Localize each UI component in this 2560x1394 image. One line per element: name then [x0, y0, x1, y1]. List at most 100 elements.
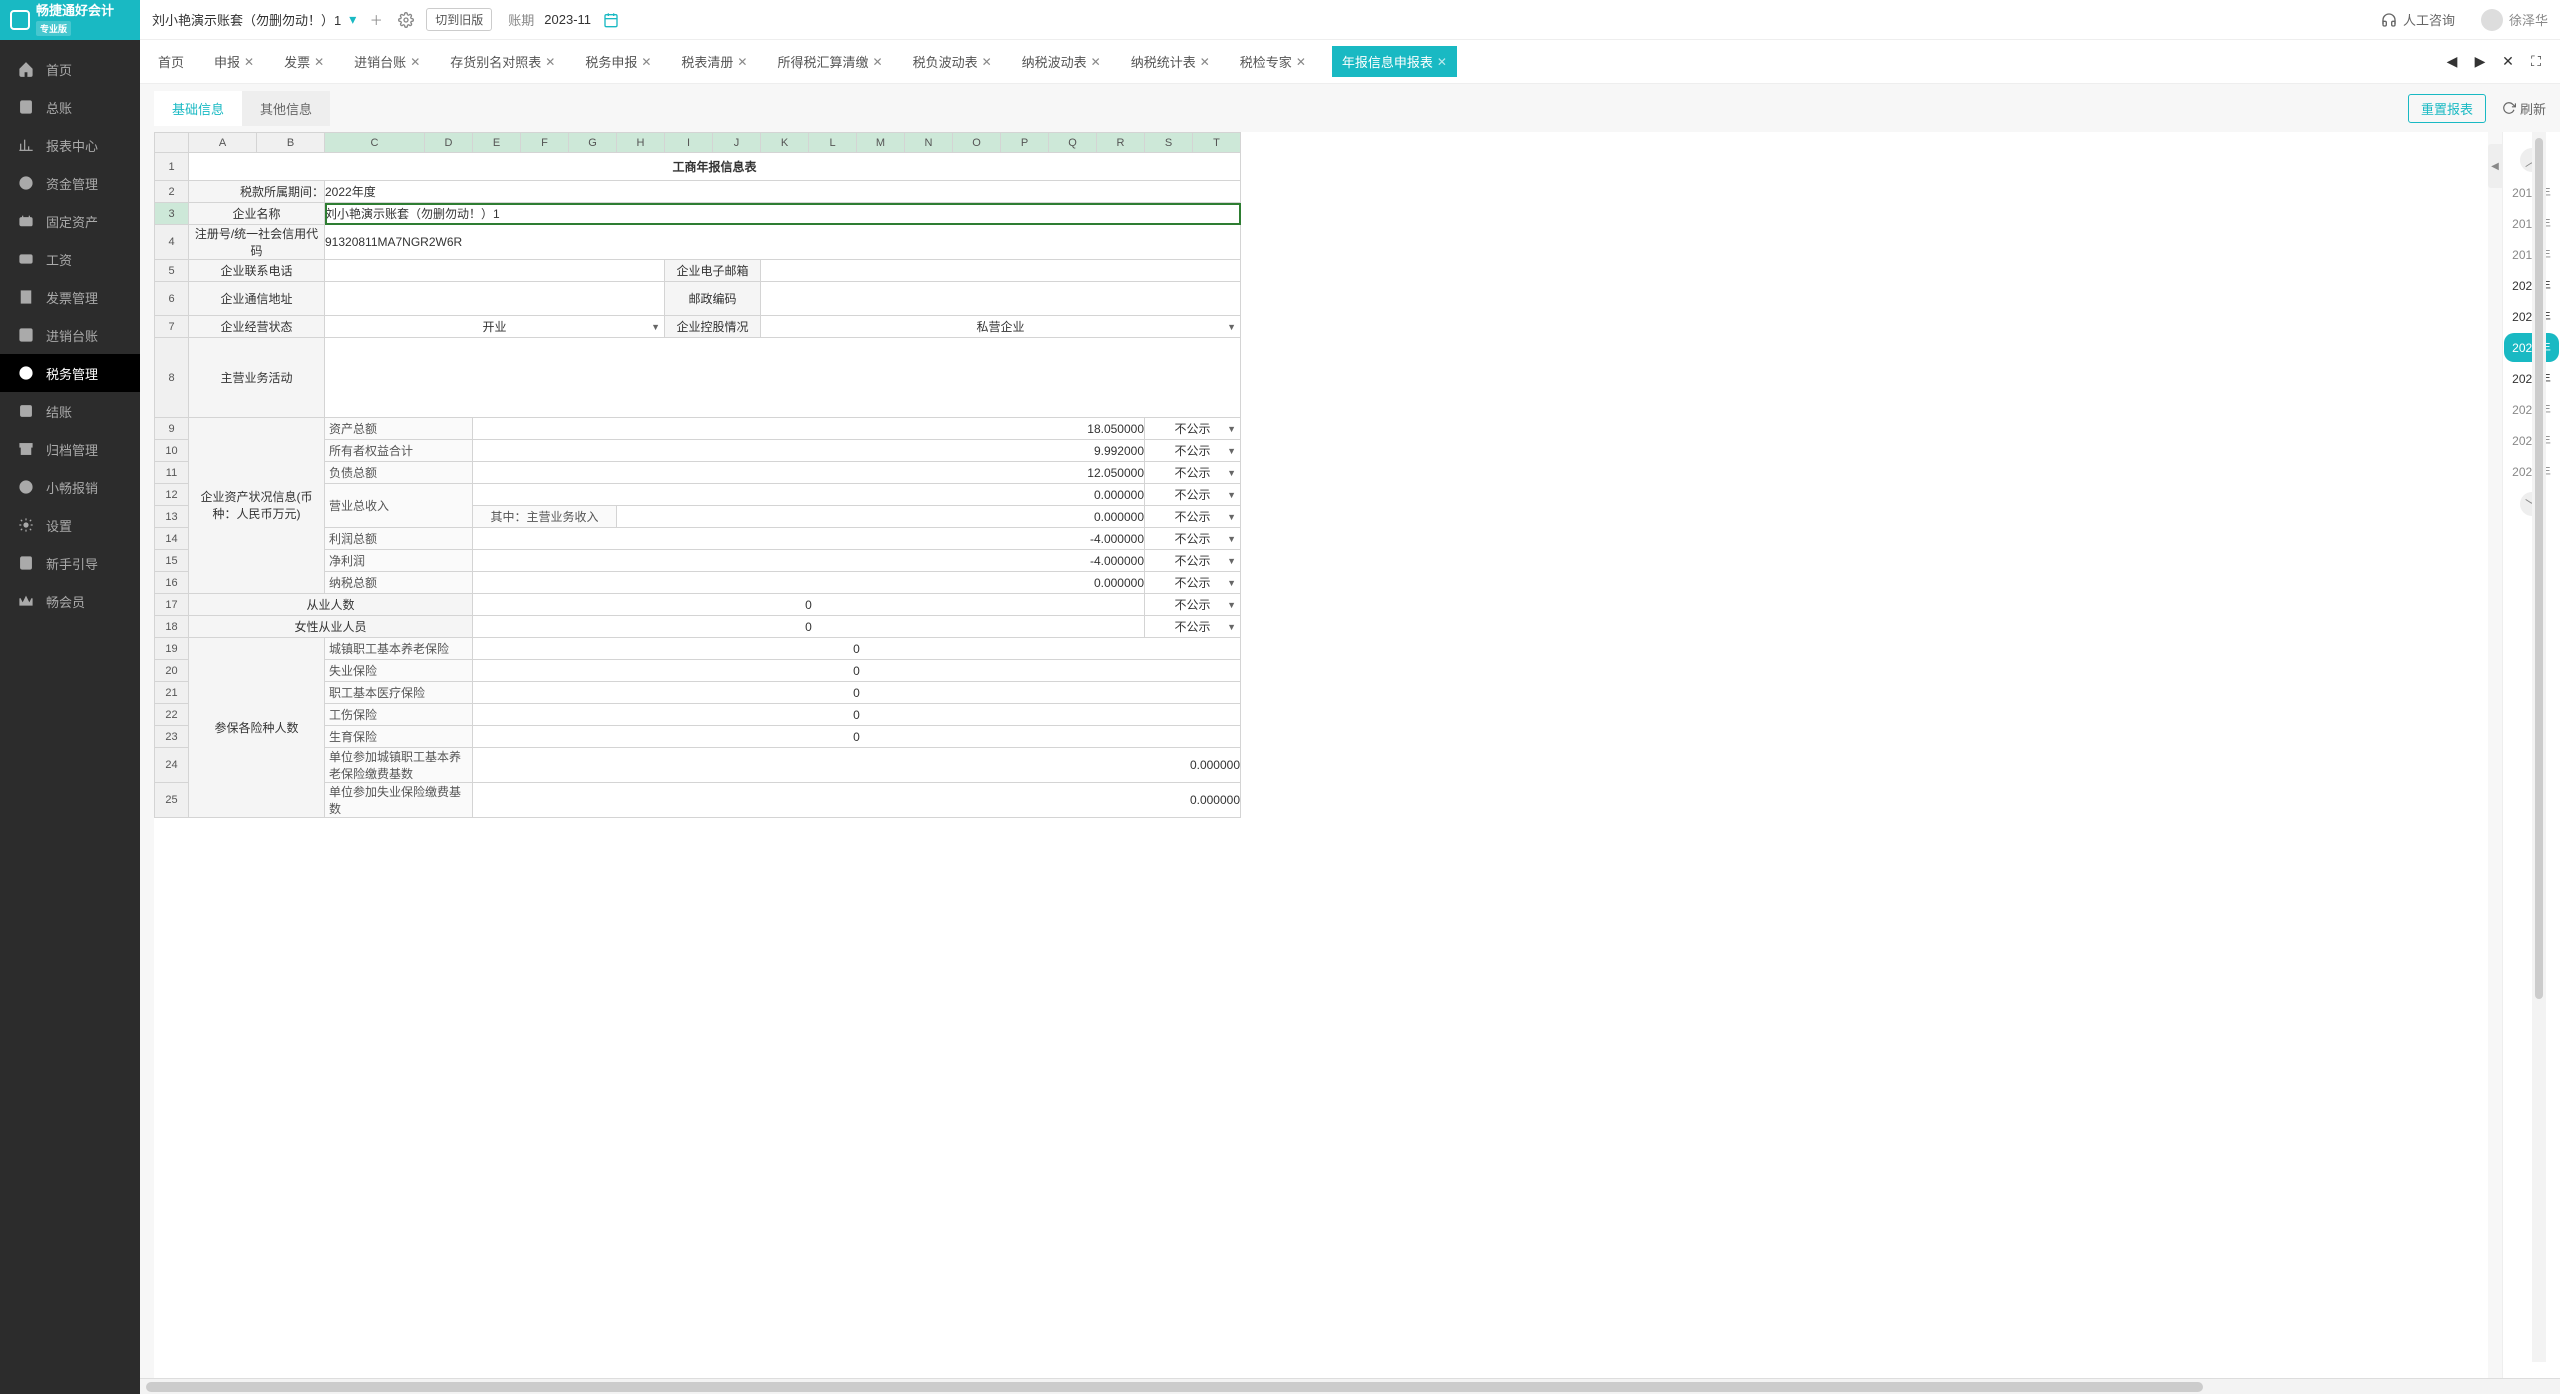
column-header[interactable]: P	[1001, 133, 1049, 153]
user-menu[interactable]: 徐泽华	[2481, 9, 2548, 31]
tab-税负波动表[interactable]: 税负波动表✕	[909, 46, 996, 77]
sidebar-item-home[interactable]: 首页	[0, 50, 140, 88]
value-email[interactable]	[761, 260, 1241, 282]
tab-close-icon[interactable]: ✕	[2498, 52, 2518, 72]
tab-prev-icon[interactable]: ◀	[2442, 52, 2462, 72]
column-header[interactable]: M	[857, 133, 905, 153]
column-header[interactable]: E	[473, 133, 521, 153]
row-number[interactable]: 13	[155, 506, 189, 528]
value-main-revenue[interactable]: 0.000000	[617, 506, 1145, 528]
value-ins[interactable]: 0	[473, 682, 1241, 704]
sidebar-item-ledger[interactable]: 总账	[0, 88, 140, 126]
column-header[interactable]: N	[905, 133, 953, 153]
row-number[interactable]: 25	[155, 783, 189, 818]
tab-申报[interactable]: 申报✕	[210, 46, 258, 77]
dropdown-disclosure[interactable]: 不公示▼	[1145, 506, 1241, 528]
dropdown-holding[interactable]: 私营企业▼	[761, 316, 1241, 338]
tab-进销台账[interactable]: 进销台账✕	[350, 46, 424, 77]
sidebar-item-fund[interactable]: 资金管理	[0, 164, 140, 202]
column-header[interactable]: I	[665, 133, 713, 153]
column-header[interactable]: T	[1193, 133, 1241, 153]
row-number[interactable]: 4	[155, 225, 189, 260]
row-number[interactable]: 8	[155, 338, 189, 418]
dropdown-disclosure[interactable]: 不公示▼	[1145, 484, 1241, 506]
row-number[interactable]: 5	[155, 260, 189, 282]
value-ins[interactable]: 0	[473, 638, 1241, 660]
dropdown-disclosure[interactable]: 不公示▼	[1145, 572, 1241, 594]
sub-tab-基础信息[interactable]: 基础信息	[154, 91, 242, 126]
value-fin[interactable]: -4.000000	[473, 528, 1145, 550]
close-icon[interactable]: ✕	[1296, 55, 1306, 69]
close-icon[interactable]: ✕	[314, 55, 324, 69]
close-icon[interactable]: ✕	[1437, 55, 1447, 69]
consult-button[interactable]: 人工咨询	[2381, 10, 2455, 29]
sub-tab-其他信息[interactable]: 其他信息	[242, 91, 330, 126]
reset-button[interactable]: 重置报表	[2408, 94, 2486, 123]
tab-纳税波动表[interactable]: 纳税波动表✕	[1018, 46, 1105, 77]
sidebar-item-invoice[interactable]: 发票管理	[0, 278, 140, 316]
account-selector[interactable]: 刘小艳演示账套（勿删勿动！）1 ▾	[152, 10, 356, 29]
sidebar-item-member[interactable]: 畅会员	[0, 582, 140, 620]
column-header[interactable]: L	[809, 133, 857, 153]
value-ins[interactable]: 0	[473, 704, 1241, 726]
tab-所得税汇算清缴[interactable]: 所得税汇算清缴✕	[773, 46, 886, 77]
sidebar-item-report[interactable]: 报表中心	[0, 126, 140, 164]
sidebar-item-stock[interactable]: 进销台账	[0, 316, 140, 354]
period-value[interactable]: 2023-11	[544, 12, 591, 27]
value-fin[interactable]: 0.000000	[473, 572, 1145, 594]
value-employees[interactable]: 0	[473, 594, 1145, 616]
sidebar-item-guide[interactable]: 新手引导	[0, 544, 140, 582]
sidebar-item-asset[interactable]: 固定资产	[0, 202, 140, 240]
row-number[interactable]: 12	[155, 484, 189, 506]
tab-存货别名对照表[interactable]: 存货别名对照表✕	[446, 46, 559, 77]
row-number[interactable]: 18	[155, 616, 189, 638]
column-header[interactable]: G	[569, 133, 617, 153]
tab-税表清册[interactable]: 税表清册✕	[677, 46, 751, 77]
tab-年报信息申报表[interactable]: 年报信息申报表✕	[1332, 46, 1457, 77]
value-fin[interactable]: 18.050000	[473, 418, 1145, 440]
dropdown-disclosure[interactable]: 不公示▼	[1145, 418, 1241, 440]
row-number[interactable]: 19	[155, 638, 189, 660]
column-header[interactable]: K	[761, 133, 809, 153]
column-header[interactable]: S	[1145, 133, 1193, 153]
close-icon[interactable]: ✕	[244, 55, 254, 69]
tab-纳税统计表[interactable]: 纳税统计表✕	[1127, 46, 1214, 77]
row-number[interactable]: 21	[155, 682, 189, 704]
dropdown-op-status[interactable]: 开业▼	[325, 316, 665, 338]
row-number[interactable]: 7	[155, 316, 189, 338]
refresh-button[interactable]: 刷新	[2502, 99, 2546, 118]
row-number[interactable]: 24	[155, 748, 189, 783]
close-icon[interactable]: ✕	[1200, 55, 1210, 69]
dropdown-disclosure[interactable]: 不公示▼	[1145, 550, 1241, 572]
sidebar-item-reimburse[interactable]: 小畅报销	[0, 468, 140, 506]
sidebar-item-close[interactable]: 结账	[0, 392, 140, 430]
year-rail-toggle[interactable]: ◀	[2488, 144, 2502, 188]
row-number[interactable]: 11	[155, 462, 189, 484]
row-number[interactable]: 17	[155, 594, 189, 616]
column-header[interactable]: D	[425, 133, 473, 153]
value-company-name[interactable]: 刘小艳演示账套（勿删勿动！）1	[325, 203, 1241, 225]
dropdown-disclosure[interactable]: 不公示▼	[1145, 594, 1241, 616]
close-icon[interactable]: ✕	[641, 55, 651, 69]
calendar-icon[interactable]	[601, 10, 621, 30]
close-icon[interactable]: ✕	[545, 55, 555, 69]
old-version-button[interactable]: 切到旧版	[426, 8, 492, 31]
row-number[interactable]: 23	[155, 726, 189, 748]
column-header[interactable]: C	[325, 133, 425, 153]
vertical-scrollbar[interactable]	[2532, 132, 2546, 1362]
sidebar-item-settings[interactable]: 设置	[0, 506, 140, 544]
row-number[interactable]: 2	[155, 181, 189, 203]
horizontal-scrollbar[interactable]	[140, 1378, 2560, 1394]
tab-税务申报[interactable]: 税务申报✕	[581, 46, 655, 77]
close-icon[interactable]: ✕	[410, 55, 420, 69]
value-female[interactable]: 0	[473, 616, 1145, 638]
value-fin[interactable]: 9.992000	[473, 440, 1145, 462]
column-header[interactable]: A	[189, 133, 257, 153]
row-number[interactable]: 9	[155, 418, 189, 440]
value-tax-period[interactable]: 2022年度	[325, 181, 1241, 203]
value-address[interactable]	[325, 282, 665, 316]
row-number[interactable]: 14	[155, 528, 189, 550]
value-ins[interactable]: 0	[473, 726, 1241, 748]
tab-税检专家[interactable]: 税检专家✕	[1236, 46, 1310, 77]
column-header[interactable]: Q	[1049, 133, 1097, 153]
